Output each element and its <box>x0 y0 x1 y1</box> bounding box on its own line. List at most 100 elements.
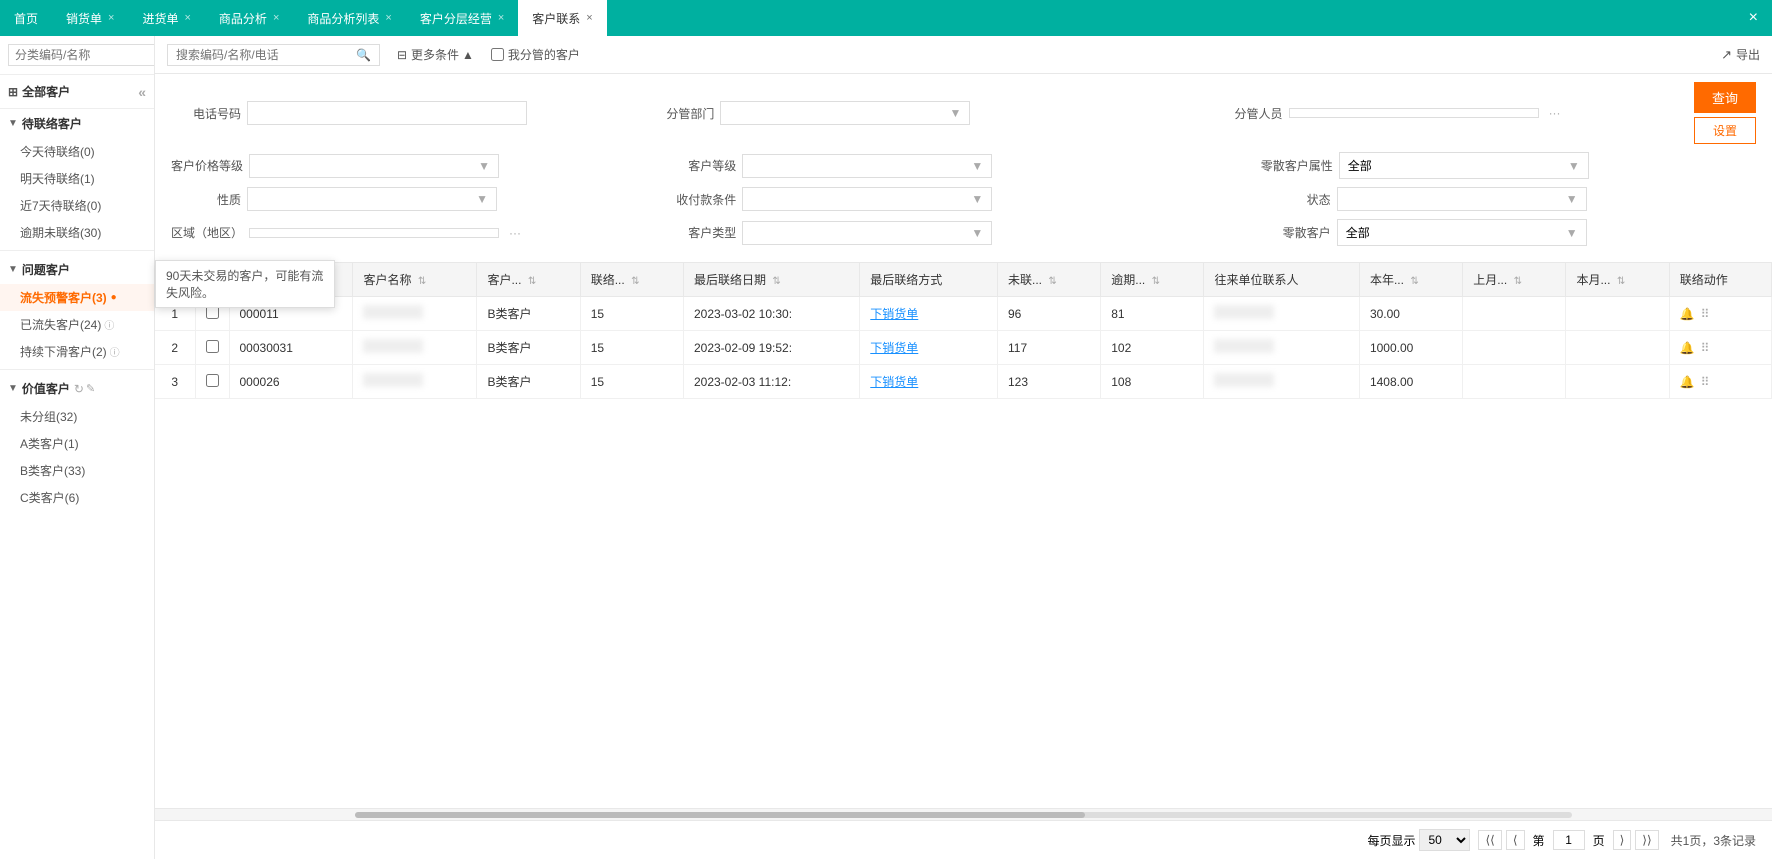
payment-select[interactable]: ▼ <box>742 187 992 211</box>
my-customers-check[interactable] <box>491 48 504 61</box>
row-2-action-icons: 🔔 ⠿ <box>1680 341 1761 355</box>
row-2-name-blurred <box>363 339 423 353</box>
th-not-contacted-sort: ⇅ <box>1048 276 1056 287</box>
tab-purchase-close[interactable]: × <box>184 12 190 24</box>
tab-sales-close[interactable]: × <box>108 12 114 24</box>
row-3-more-icon[interactable]: ⠿ <box>1701 375 1710 389</box>
th-last-date-sort: ⇅ <box>772 276 780 287</box>
window-close-button[interactable]: × <box>1735 9 1772 27</box>
row-1-more-icon[interactable]: ⠿ <box>1701 307 1710 321</box>
page-prev-btn[interactable]: ⟨ <box>1506 830 1525 850</box>
scrollbar-thumb[interactable] <box>355 812 1085 818</box>
customer-type-arrow: ▼ <box>971 226 983 240</box>
sidebar-section-waiting[interactable]: ▼ 待联络客户 <box>0 109 154 138</box>
row-1-contact-icon[interactable]: 🔔 <box>1680 307 1695 321</box>
sidebar-collapse-icon[interactable]: « <box>138 84 146 100</box>
tab-purchase[interactable]: 进货单 × <box>128 0 204 36</box>
more-conditions-btn[interactable]: ⊟ 更多条件 ▲ <box>388 42 483 67</box>
row-2-last-type-link[interactable]: 下销货单 <box>870 341 918 355</box>
row-3-last-type-link[interactable]: 下销货单 <box>870 375 918 389</box>
th-name[interactable]: 客户名称 ⇅ <box>353 263 477 297</box>
adv-field-retail: 零散客户 全部 ▼ <box>1261 219 1756 246</box>
retail-arrow: ▼ <box>1566 226 1578 240</box>
sidebar-item-classC[interactable]: C类客户(6) <box>0 484 154 511</box>
horizontal-scrollbar[interactable] <box>155 808 1772 820</box>
sidebar-item-declining[interactable]: 持续下滑客户(2) ⓘ <box>0 338 154 365</box>
value-edit-icon[interactable]: ✎ <box>86 382 95 395</box>
row-3-action-icons: 🔔 ⠿ <box>1680 375 1761 389</box>
tab-customer-contact[interactable]: 客户联系 × <box>518 0 606 36</box>
page-last-btn[interactable]: ⟩⟩ <box>1635 830 1658 850</box>
tab-goods-list[interactable]: 商品分析列表 × <box>293 0 405 36</box>
filter-search-icon[interactable]: 🔍 <box>356 48 371 62</box>
row-2-code: 00030031 <box>229 331 353 365</box>
sidebar-item-classB[interactable]: B类客户(33) <box>0 457 154 484</box>
tab-goods-analysis-close[interactable]: × <box>273 12 279 24</box>
section-problem-title: 问题客户 <box>22 261 70 278</box>
tab-customer-layer[interactable]: 客户分层经营 × <box>406 0 518 36</box>
sidebar-item-classA[interactable]: A类客户(1) <box>0 430 154 457</box>
sidebar-item-week[interactable]: 近7天待联络(0) <box>0 192 154 219</box>
sidebar-item-tomorrow[interactable]: 明天待联络(1) <box>0 165 154 192</box>
row-3-contact-icon[interactable]: 🔔 <box>1680 375 1695 389</box>
row-1-this-month <box>1566 297 1669 331</box>
tab-purchase-label: 进货单 <box>142 10 178 27</box>
gender-select[interactable]: ▼ <box>247 187 497 211</box>
row-3-select[interactable] <box>206 374 219 387</box>
sidebar-item-today[interactable]: 今天待联络(0) <box>0 138 154 165</box>
query-button[interactable]: 查询 <box>1694 82 1756 113</box>
row-2-not-contacted: 117 <box>997 331 1100 365</box>
sidebar-item-overdue[interactable]: 逾期未联络(30) <box>0 219 154 246</box>
filter-search-input[interactable] <box>176 48 356 62</box>
export-button[interactable]: ↗ 导出 <box>1721 46 1760 63</box>
sidebar-all-customers[interactable]: ⊞ 全部客户 « <box>0 75 154 109</box>
retail-attr-select[interactable]: 全部 ▼ <box>1339 152 1589 179</box>
tab-goods-list-close[interactable]: × <box>385 12 391 24</box>
sidebar-item-ungrouped[interactable]: 未分组(32) <box>0 403 154 430</box>
page-first-btn[interactable]: ⟨⟨ <box>1478 830 1501 850</box>
row-1-action: 🔔 ⠿ <box>1669 297 1771 331</box>
tab-home[interactable]: 首页 <box>0 0 52 36</box>
retail-select[interactable]: 全部 ▼ <box>1337 219 1587 246</box>
sidebar-section-value[interactable]: ▼ 价值客户 ↻ ✎ <box>0 374 154 403</box>
sidebar-item-churned[interactable]: 已流失客户(24) ⓘ <box>0 311 154 338</box>
dept-select[interactable]: ▼ <box>720 101 970 125</box>
value-refresh-icon[interactable]: ↻ <box>74 382 84 396</box>
settings-button[interactable]: 设置 <box>1694 117 1756 144</box>
status-arrow: ▼ <box>1566 192 1578 206</box>
page-next-btn[interactable]: ⟩ <box>1613 830 1632 850</box>
total-info: 共1页，3条记录 <box>1671 832 1756 849</box>
row-2-contact-icon[interactable]: 🔔 <box>1680 341 1695 355</box>
sidebar-item-ungrouped-label: 未分组(32) <box>20 410 77 424</box>
price-grade-select[interactable]: ▼ <box>249 154 499 178</box>
my-customers-checkbox[interactable]: 我分管的客户 <box>491 46 580 63</box>
row-3-checkbox <box>195 365 229 399</box>
tab-customer-contact-close[interactable]: × <box>586 12 592 24</box>
tab-customer-layer-close[interactable]: × <box>498 12 504 24</box>
region-select[interactable] <box>249 228 499 238</box>
row-2-more-icon[interactable]: ⠿ <box>1701 341 1710 355</box>
status-select[interactable]: ▼ <box>1337 187 1587 211</box>
page-input[interactable] <box>1553 830 1585 850</box>
adv-filter-row-1: 电话号码 分管部门 ▼ 分管人员 ··· <box>171 82 1756 144</box>
th-this-year: 本年... ⇅ <box>1359 263 1462 297</box>
region-dots[interactable]: ··· <box>505 226 525 240</box>
row-3-name-blurred <box>363 373 423 387</box>
adv-field-gender: 性质 ▼ <box>171 187 666 211</box>
row-2-select[interactable] <box>206 340 219 353</box>
customer-grade-select[interactable]: ▼ <box>742 154 992 178</box>
sidebar-search-input[interactable] <box>8 44 155 66</box>
scrollbar-track[interactable] <box>355 812 1572 818</box>
person-dots[interactable]: ··· <box>1545 106 1565 120</box>
row-1-last-type-link[interactable]: 下销货单 <box>870 307 918 321</box>
sidebar-item-churn-warning[interactable]: 流失预警客户(3) ● <box>0 284 154 311</box>
th-this-month-label: 本月... <box>1576 273 1610 287</box>
person-select[interactable] <box>1289 108 1539 118</box>
adv-field-payment: 收付款条件 ▼ <box>666 187 1260 211</box>
per-page-select[interactable]: 50 100 200 <box>1419 829 1470 851</box>
tab-goods-analysis[interactable]: 商品分析 × <box>205 0 293 36</box>
sidebar-section-problem[interactable]: ▼ 问题客户 <box>0 255 154 284</box>
phone-input[interactable] <box>247 101 527 125</box>
tab-sales[interactable]: 销货单 × <box>52 0 128 36</box>
customer-type-select[interactable]: ▼ <box>742 221 992 245</box>
